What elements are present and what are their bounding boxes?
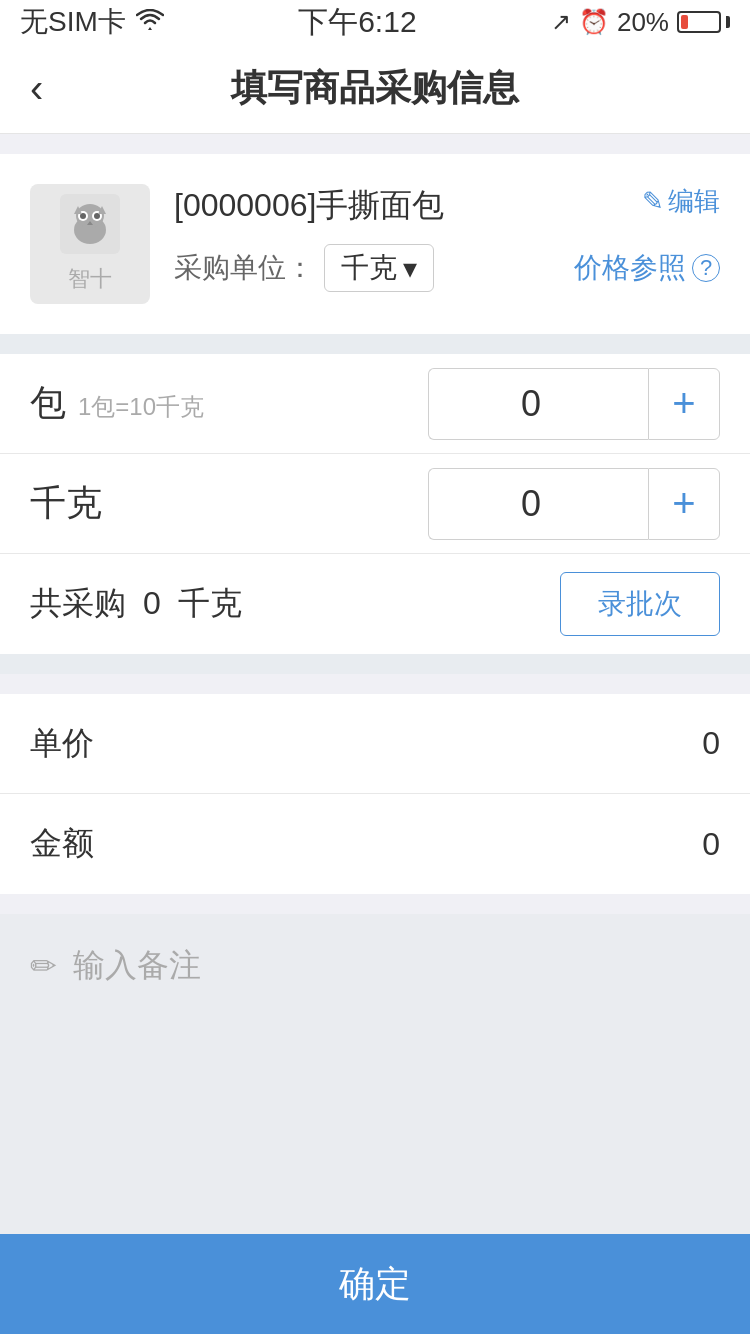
amount-label: 金额 bbox=[30, 822, 94, 866]
bag-label: 包 1包=10千克 bbox=[30, 379, 230, 428]
bag-plus-button[interactable]: + bbox=[648, 368, 720, 440]
product-name: [0000006]手撕面包 bbox=[174, 184, 720, 228]
purchase-unit: 采购单位： 千克 ▾ bbox=[174, 244, 434, 292]
kg-input-control: + bbox=[230, 468, 720, 540]
brand-icon bbox=[60, 194, 120, 260]
carrier-text: 无SIM卡 bbox=[20, 3, 126, 41]
summary-row: 共采购 0 千克 录批次 bbox=[0, 554, 750, 654]
status-left: 无SIM卡 bbox=[20, 3, 164, 41]
bag-label-sub: 1包=10千克 bbox=[78, 391, 204, 423]
status-time: 下午6:12 bbox=[298, 2, 416, 43]
location-icon: ↗ bbox=[551, 8, 571, 36]
status-bar: 无SIM卡 下午6:12 ↗ ⏰ 20% bbox=[0, 0, 750, 44]
summary-label: 共采购 bbox=[30, 585, 126, 621]
summary-amount: 0 bbox=[143, 585, 161, 621]
section-divider-1 bbox=[0, 334, 750, 354]
amount-row: 金额 0 bbox=[0, 794, 750, 894]
battery-icon bbox=[677, 11, 730, 33]
price-ref-label: 价格参照 bbox=[574, 249, 686, 287]
price-section: 单价 0 金额 0 bbox=[0, 694, 750, 894]
input-section: 包 1包=10千克 + 千克 + 共采购 0 千克 bbox=[0, 354, 750, 654]
confirm-button[interactable]: 确定 bbox=[0, 1234, 750, 1334]
batch-button[interactable]: 录批次 bbox=[560, 572, 720, 636]
unit-price-row: 单价 0 bbox=[0, 694, 750, 794]
section-divider-2 bbox=[0, 654, 750, 674]
back-button[interactable]: ‹ bbox=[30, 66, 43, 111]
edit-icon: ✎ bbox=[642, 186, 664, 217]
kg-label: 千克 bbox=[30, 479, 230, 528]
kg-plus-button[interactable]: + bbox=[648, 468, 720, 540]
summary-text: 共采购 0 千克 bbox=[30, 582, 242, 626]
brand-text: 智十 bbox=[68, 264, 112, 294]
kg-label-main: 千克 bbox=[30, 479, 102, 528]
wifi-icon bbox=[136, 6, 164, 38]
nav-bar: ‹ 填写商品采购信息 bbox=[0, 44, 750, 134]
edit-label: 编辑 bbox=[668, 184, 720, 219]
product-info: [0000006]手撕面包 采购单位： 千克 ▾ 价格参照 ? bbox=[174, 184, 720, 292]
unit-price-value: 0 bbox=[702, 725, 720, 762]
unit-select[interactable]: 千克 ▾ bbox=[324, 244, 434, 292]
product-image: 智十 bbox=[30, 184, 150, 304]
alarm-icon: ⏰ bbox=[579, 8, 609, 36]
summary-unit: 千克 bbox=[178, 585, 242, 621]
dropdown-icon: ▾ bbox=[403, 252, 417, 285]
bag-label-main: 包 bbox=[30, 379, 66, 428]
notes-placeholder: 输入备注 bbox=[73, 944, 201, 988]
price-ref-icon: ? bbox=[692, 254, 720, 282]
page-title: 填写商品采购信息 bbox=[231, 64, 519, 113]
battery-percent: 20% bbox=[617, 7, 669, 38]
edit-button[interactable]: ✎ 编辑 bbox=[642, 184, 720, 219]
unit-value: 千克 bbox=[341, 249, 397, 287]
purchase-unit-label: 采购单位： bbox=[174, 249, 314, 287]
bag-number-input[interactable] bbox=[428, 368, 648, 440]
amount-value: 0 bbox=[702, 826, 720, 863]
notes-icon: ✏ bbox=[30, 947, 57, 985]
unit-price-label: 单价 bbox=[30, 722, 94, 766]
product-card: 智十 [0000006]手撕面包 采购单位： 千克 ▾ 价格参照 ? bbox=[0, 154, 750, 334]
product-meta: 采购单位： 千克 ▾ 价格参照 ? bbox=[174, 244, 720, 292]
kg-number-input[interactable] bbox=[428, 468, 648, 540]
kg-input-row: 千克 + bbox=[0, 454, 750, 554]
bag-input-row: 包 1包=10千克 + bbox=[0, 354, 750, 454]
status-right: ↗ ⏰ 20% bbox=[551, 7, 730, 38]
notes-section[interactable]: ✏ 输入备注 bbox=[0, 914, 750, 1018]
price-ref-button[interactable]: 价格参照 ? bbox=[574, 249, 720, 287]
bag-input-control: + bbox=[230, 368, 720, 440]
